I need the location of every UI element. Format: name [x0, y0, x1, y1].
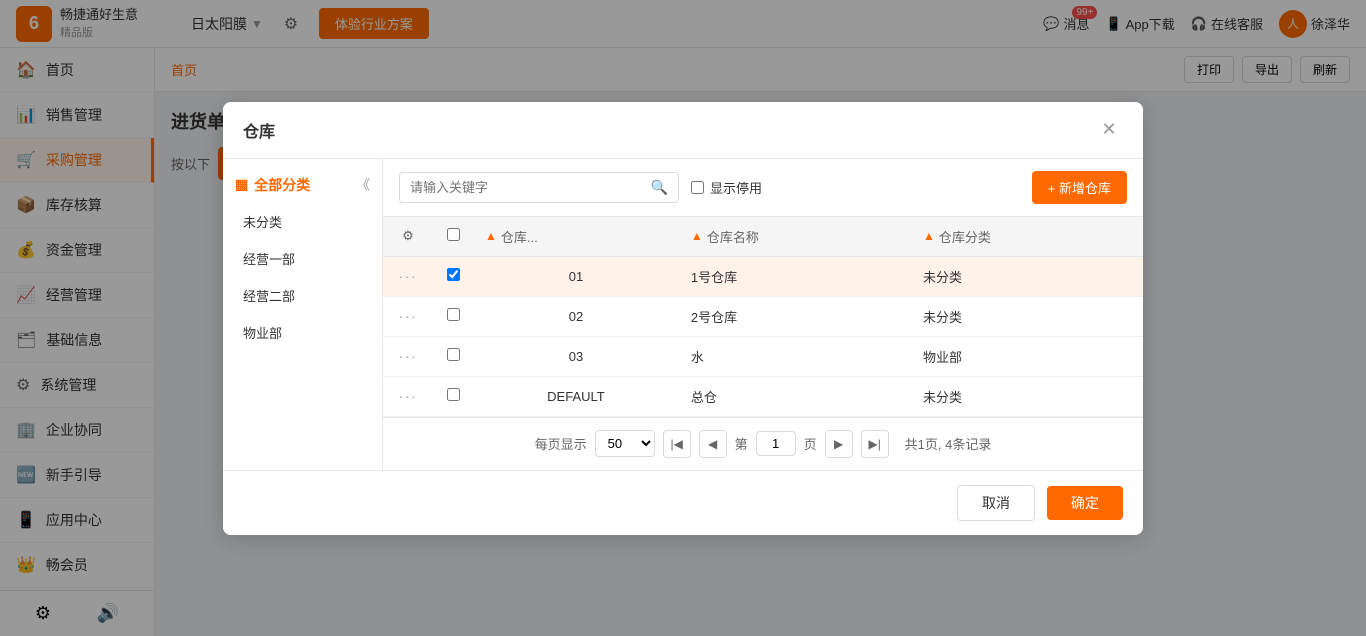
row-check [433, 256, 473, 296]
row-category: 未分类 [911, 296, 1143, 336]
row-name: 1号仓库 [679, 256, 911, 296]
sort-cat-icon: ▲ [923, 229, 935, 243]
category-item-3[interactable]: 物业部 [223, 314, 382, 351]
page-unit: 页 [804, 434, 817, 453]
modal-body: ▦ 全部分类 《 未分类 经营一部 经营二部 物业部 [223, 159, 1143, 470]
row-check [433, 336, 473, 376]
cancel-button[interactable]: 取消 [957, 485, 1035, 521]
row-category: 物业部 [911, 336, 1143, 376]
row-code: DEFAULT [473, 376, 679, 416]
row-check [433, 296, 473, 336]
pagination: 每页显示 50 10 20 100 |◀ ◀ 第 页 ▶ ▶| 共1页, 4条记… [383, 417, 1143, 470]
page-input[interactable] [756, 431, 796, 456]
warehouse-table: ⚙ ▲ 仓库... [383, 217, 1143, 417]
search-input[interactable] [400, 174, 641, 201]
row-code: 02 [473, 296, 679, 336]
row-checkbox[interactable] [447, 308, 460, 321]
collapse-button[interactable]: 《 [356, 175, 370, 195]
row-category: 未分类 [911, 376, 1143, 416]
show-disabled-label[interactable]: 显示停用 [691, 178, 762, 197]
table-body: ··· 01 1号仓库 未分类 ··· 02 2号仓库 未分类 ··· [383, 256, 1143, 416]
row-checkbox[interactable] [447, 388, 460, 401]
row-actions: ··· [383, 256, 433, 296]
last-page-button[interactable]: ▶| [861, 430, 889, 458]
category-sidebar: ▦ 全部分类 《 未分类 经营一部 经营二部 物业部 [223, 159, 383, 470]
first-page-button[interactable]: |◀ [663, 430, 691, 458]
warehouse-modal: 仓库 ✕ ▦ 全部分类 《 未分类 经营一部 经营二部 [223, 102, 1143, 535]
all-category-item[interactable]: ▦ 全部分类 《 [223, 167, 382, 203]
page-size-select[interactable]: 50 10 20 100 [595, 430, 655, 457]
total-info: 共1页, 4条记录 [905, 434, 992, 453]
show-disabled-checkbox[interactable] [691, 181, 704, 194]
prev-page-button[interactable]: ◀ [699, 430, 727, 458]
row-actions: ··· [383, 376, 433, 416]
sort-name-icon: ▲ [691, 229, 703, 243]
gear-icon: ⚙ [402, 228, 414, 243]
sort-icon: ▲ [485, 229, 497, 243]
th-name: ▲ 仓库名称 [679, 217, 911, 257]
add-warehouse-button[interactable]: + 新增仓库 [1032, 171, 1127, 204]
modal-close-button[interactable]: ✕ [1095, 116, 1123, 144]
row-name: 水 [679, 336, 911, 376]
modal-footer: 取消 确定 [223, 470, 1143, 535]
page-label: 第 [735, 434, 748, 453]
grid-icon: ▦ [235, 176, 248, 193]
table-scroll: ⚙ ▲ 仓库... [383, 217, 1143, 417]
row-name: 2号仓库 [679, 296, 911, 336]
modal-header: 仓库 ✕ [223, 102, 1143, 159]
th-check [433, 217, 473, 257]
page-size-label: 每页显示 [535, 434, 587, 453]
row-actions: ··· [383, 296, 433, 336]
action-menu[interactable]: ··· [399, 309, 418, 324]
row-category: 未分类 [911, 256, 1143, 296]
modal-overlay: 仓库 ✕ ▦ 全部分类 《 未分类 经营一部 经营二部 [0, 0, 1366, 636]
row-actions: ··· [383, 336, 433, 376]
th-code: ▲ 仓库... [473, 217, 679, 257]
confirm-button[interactable]: 确定 [1047, 486, 1123, 520]
row-name: 总仓 [679, 376, 911, 416]
row-code: 03 [473, 336, 679, 376]
th-category: ▲ 仓库分类 [911, 217, 1143, 257]
table-row[interactable]: ··· 01 1号仓库 未分类 [383, 256, 1143, 296]
row-check [433, 376, 473, 416]
category-item-0[interactable]: 未分类 [223, 203, 382, 240]
category-item-2[interactable]: 经营二部 [223, 277, 382, 314]
table-header-row: ⚙ ▲ 仓库... [383, 217, 1143, 257]
th-gear: ⚙ [383, 217, 433, 257]
row-code: 01 [473, 256, 679, 296]
search-input-wrap: 🔍 [399, 172, 679, 203]
next-page-button[interactable]: ▶ [825, 430, 853, 458]
table-row[interactable]: ··· DEFAULT 总仓 未分类 [383, 376, 1143, 416]
show-disabled-text: 显示停用 [710, 178, 762, 197]
row-checkbox[interactable] [447, 348, 460, 361]
table-area: 🔍 显示停用 + 新增仓库 ⚙ [383, 159, 1143, 470]
table-row[interactable]: ··· 02 2号仓库 未分类 [383, 296, 1143, 336]
all-category-label: 全部分类 [254, 175, 310, 195]
action-menu[interactable]: ··· [399, 269, 418, 284]
action-menu[interactable]: ··· [399, 349, 418, 364]
search-icon-button[interactable]: 🔍 [641, 173, 678, 202]
modal-title: 仓库 [243, 118, 275, 142]
action-menu[interactable]: ··· [399, 389, 418, 404]
row-checkbox[interactable] [447, 268, 460, 281]
table-toolbar: 🔍 显示停用 + 新增仓库 [383, 159, 1143, 217]
table-row[interactable]: ··· 03 水 物业部 [383, 336, 1143, 376]
category-item-1[interactable]: 经营一部 [223, 240, 382, 277]
select-all-checkbox[interactable] [447, 228, 460, 241]
